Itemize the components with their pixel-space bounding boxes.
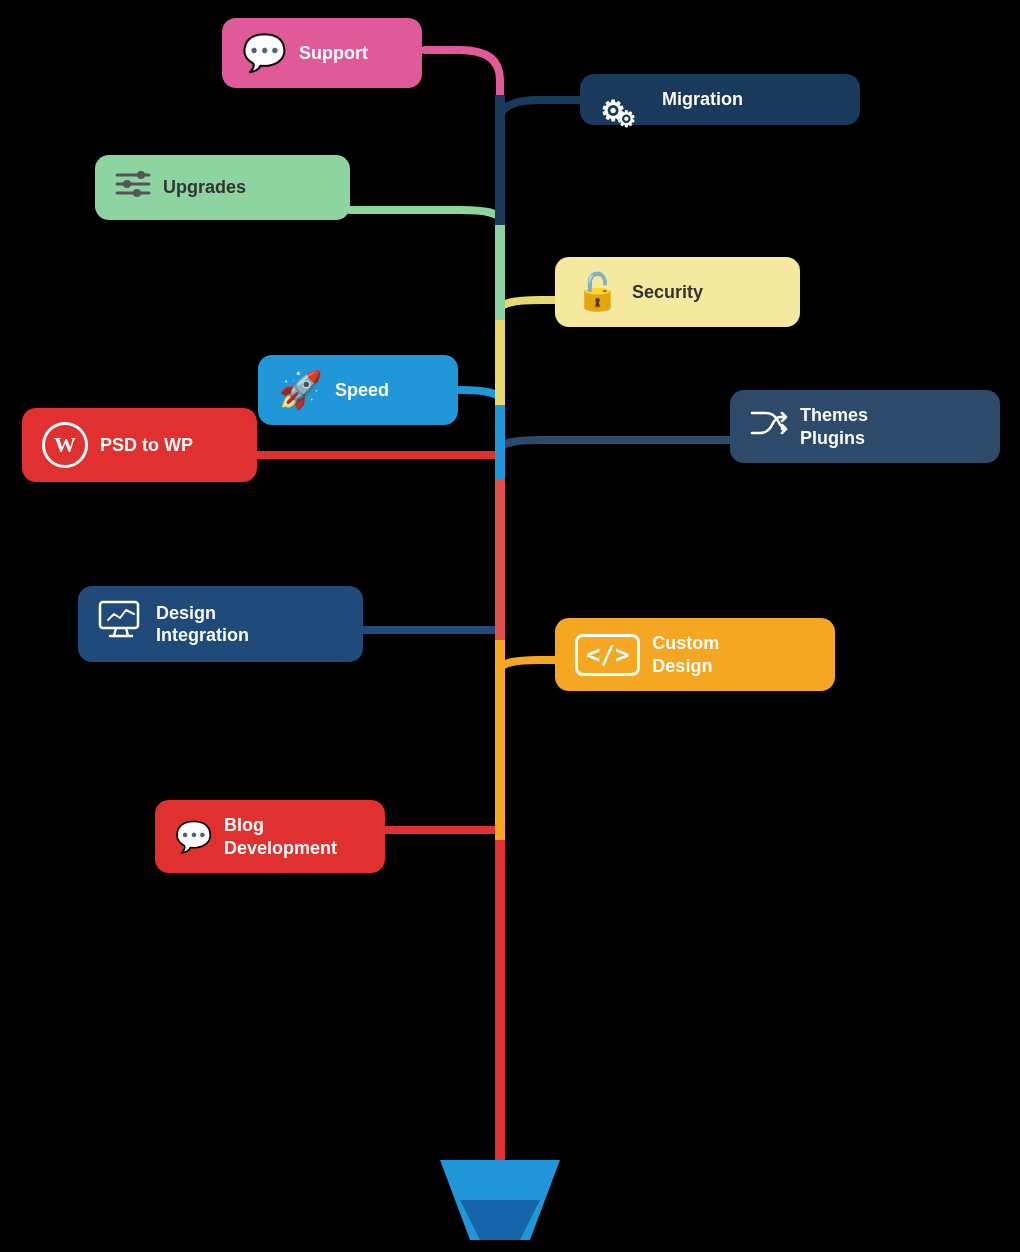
blog-label: Blog Development — [224, 814, 337, 859]
psd-label: PSD to WP — [100, 434, 193, 457]
blog-icon: 💬 — [175, 819, 212, 854]
security-label: Security — [632, 281, 703, 304]
migration-label: Migration — [662, 88, 743, 111]
speed-label: Speed — [335, 379, 389, 402]
svg-point-10 — [137, 171, 145, 179]
custom-label: Custom Design — [652, 632, 719, 677]
security-node: 🔓 Security — [555, 257, 800, 327]
shuffle-icon — [750, 407, 788, 446]
wordpress-icon: W — [42, 422, 88, 468]
themes-node: Themes Plugins — [730, 390, 1000, 463]
sliders-icon — [115, 169, 151, 206]
support-node: 💬 Support — [222, 18, 422, 88]
lock-icon: 🔓 — [575, 271, 620, 313]
psd-node: W PSD to WP — [22, 408, 257, 482]
migration-node: ⚙ ⚙ Migration — [580, 74, 860, 125]
themes-label: Themes Plugins — [800, 404, 868, 449]
chat-icon: 💬 — [242, 32, 287, 74]
support-label: Support — [299, 42, 368, 65]
blog-node: 💬 Blog Development — [155, 800, 385, 873]
rocket-icon: 🚀 — [278, 369, 323, 411]
svg-point-12 — [123, 180, 131, 188]
diagram-container: 💬 Support ⚙ ⚙ Migration Upgrades 🔓 Secur… — [0, 0, 1020, 1252]
design-label: Design Integration — [156, 602, 249, 647]
monitor-icon — [98, 600, 144, 648]
upgrades-node: Upgrades — [95, 155, 350, 220]
svg-marker-8 — [460, 1200, 540, 1240]
code-icon: </> — [575, 634, 640, 676]
design-node: Design Integration — [78, 586, 363, 662]
svg-rect-15 — [100, 602, 138, 628]
svg-marker-7 — [440, 1160, 560, 1240]
svg-point-14 — [133, 189, 141, 197]
speed-node: 🚀 Speed — [258, 355, 458, 425]
upgrades-label: Upgrades — [163, 176, 246, 199]
custom-design-node: </> Custom Design — [555, 618, 835, 691]
